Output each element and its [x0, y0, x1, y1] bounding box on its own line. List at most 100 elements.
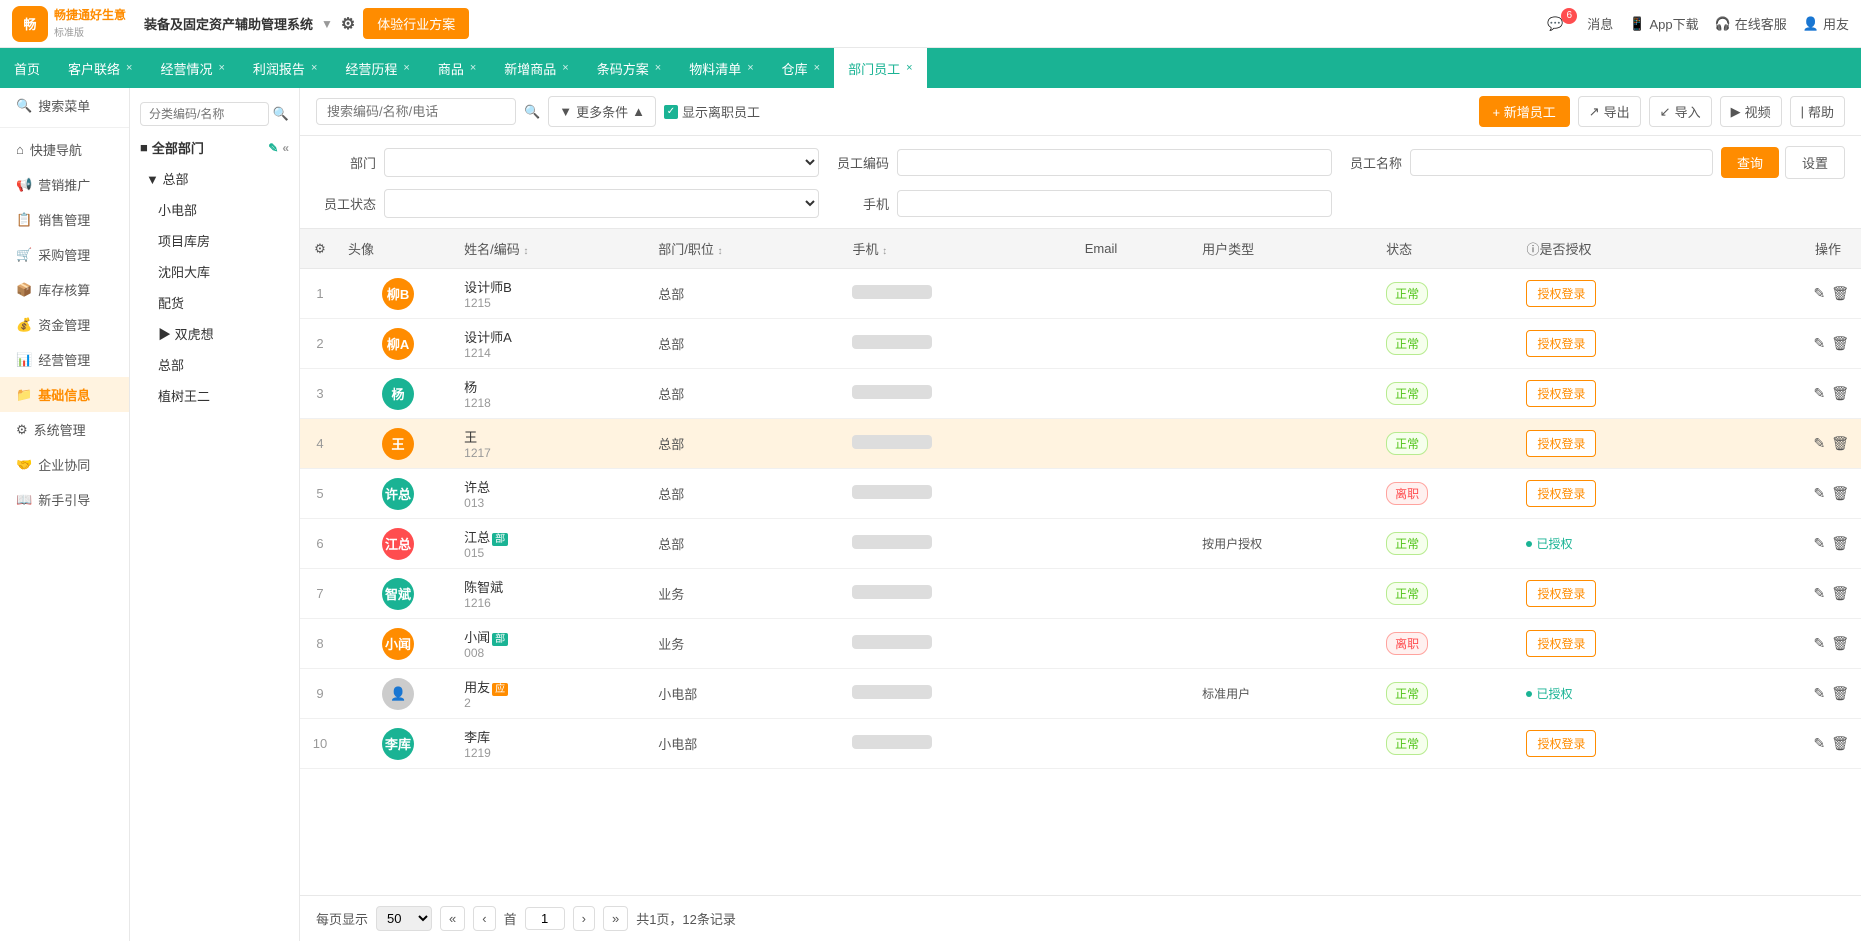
- dept-collapse-icon[interactable]: «: [282, 141, 289, 155]
- sidebar-item-enterprise[interactable]: 🤝 企业协同: [0, 447, 129, 482]
- auth-button[interactable]: 授权登录: [1526, 330, 1596, 357]
- online-service-item[interactable]: 🎧 在线客服: [1715, 14, 1787, 33]
- edit-btn[interactable]: ✎: [1813, 635, 1825, 652]
- nav-home[interactable]: 首页: [0, 48, 54, 88]
- settings-icon[interactable]: ⚙: [341, 14, 355, 34]
- phone-filter-input[interactable]: [897, 190, 1332, 217]
- sidebar-search[interactable]: 🔍 搜索菜单: [0, 88, 129, 123]
- auth-button[interactable]: 授权登录: [1526, 430, 1596, 457]
- delete-btn[interactable]: 🗑: [1831, 285, 1849, 302]
- reset-button[interactable]: 设置: [1785, 146, 1845, 179]
- next-page-btn[interactable]: ›: [573, 906, 595, 931]
- auth-button[interactable]: 授权登录: [1526, 480, 1596, 507]
- edit-btn[interactable]: ✎: [1813, 335, 1825, 352]
- edit-btn[interactable]: ✎: [1813, 535, 1825, 552]
- sidebar-item-sales[interactable]: 📋 销售管理: [0, 202, 129, 237]
- close-icon[interactable]: ×: [906, 62, 912, 74]
- dept-search-icon[interactable]: 🔍: [273, 106, 289, 122]
- help-btn[interactable]: | 帮助: [1790, 96, 1845, 127]
- close-icon[interactable]: ×: [814, 62, 820, 74]
- close-icon[interactable]: ×: [470, 62, 476, 74]
- close-icon[interactable]: ×: [747, 62, 753, 74]
- delete-btn[interactable]: 🗑: [1831, 335, 1849, 352]
- delete-btn[interactable]: 🗑: [1831, 385, 1849, 402]
- edit-btn[interactable]: ✎: [1813, 685, 1825, 702]
- delete-btn[interactable]: 🗑: [1831, 735, 1849, 752]
- sidebar-item-finance[interactable]: 💰 资金管理: [0, 307, 129, 342]
- delete-btn[interactable]: 🗑: [1831, 435, 1849, 452]
- edit-btn[interactable]: ✎: [1813, 285, 1825, 302]
- dept-tree-item-zongbu[interactable]: ▼ 总部: [130, 163, 299, 194]
- query-button[interactable]: 查询: [1721, 147, 1779, 178]
- sidebar-item-basic[interactable]: 📁 基础信息: [0, 377, 129, 412]
- search-input[interactable]: [316, 98, 516, 125]
- nav-history[interactable]: 经营历程 ×: [331, 48, 423, 88]
- emp-code-filter-input[interactable]: [897, 149, 1332, 176]
- dept-tree-item-xiaodian[interactable]: 小电部: [130, 194, 299, 225]
- edit-btn[interactable]: ✎: [1813, 385, 1825, 402]
- dept-all-header[interactable]: ■ 全部部门 ✎ «: [130, 132, 299, 163]
- show-resigned-toggle[interactable]: ✓ 显示离职员工: [664, 102, 760, 121]
- close-icon[interactable]: ×: [655, 62, 661, 74]
- auth-button[interactable]: 授权登录: [1526, 380, 1596, 407]
- emp-name-filter-input[interactable]: [1410, 149, 1713, 176]
- edit-btn[interactable]: ✎: [1813, 585, 1825, 602]
- search-btn-icon[interactable]: 🔍: [524, 104, 540, 120]
- close-icon[interactable]: ×: [311, 62, 317, 74]
- close-icon[interactable]: ×: [218, 62, 224, 74]
- th-name-code[interactable]: 姓名/编码 ↕: [456, 229, 650, 269]
- edit-btn[interactable]: ✎: [1813, 435, 1825, 452]
- edit-btn[interactable]: ✎: [1813, 735, 1825, 752]
- first-page-btn[interactable]: «: [440, 906, 465, 931]
- th-dept-position[interactable]: 部门/职位 ↕: [650, 229, 844, 269]
- app-download-item[interactable]: 📱 App下载: [1629, 14, 1698, 33]
- delete-btn[interactable]: 🗑: [1831, 535, 1849, 552]
- nav-add-goods[interactable]: 新增商品 ×: [490, 48, 582, 88]
- dept-tree-item-zhishu[interactable]: 植树王二: [130, 380, 299, 411]
- view-btn[interactable]: ▶ 视频: [1720, 96, 1782, 127]
- sidebar-item-operation[interactable]: 📊 经营管理: [0, 342, 129, 377]
- dept-filter-select[interactable]: [384, 148, 819, 177]
- page-number-input[interactable]: [525, 907, 565, 930]
- dept-tree-item-zongbu2[interactable]: 总部: [130, 349, 299, 380]
- auth-button[interactable]: 授权登录: [1526, 630, 1596, 657]
- sidebar-item-quick-nav[interactable]: ⌂ 快捷导航: [0, 132, 129, 167]
- nav-profit[interactable]: 利润报告 ×: [239, 48, 331, 88]
- nav-barcode[interactable]: 条码方案 ×: [583, 48, 675, 88]
- close-icon[interactable]: ×: [562, 62, 568, 74]
- dept-edit-icon[interactable]: ✎: [268, 141, 278, 155]
- dept-tree-item-shuanghu[interactable]: ▶ 双虎想: [130, 318, 299, 349]
- import-btn[interactable]: ↙ 导入: [1649, 96, 1712, 127]
- page-size-select[interactable]: 50 100: [376, 906, 432, 931]
- emp-status-filter-select[interactable]: [384, 189, 819, 218]
- edit-btn[interactable]: ✎: [1813, 485, 1825, 502]
- more-conditions-btn[interactable]: ▼ 更多条件 ▲: [548, 96, 656, 127]
- delete-btn[interactable]: 🗑: [1831, 685, 1849, 702]
- th-phone[interactable]: 手机 ↕: [844, 229, 1076, 269]
- nav-customer[interactable]: 客户联络 ×: [54, 48, 146, 88]
- auth-button[interactable]: 授权登录: [1526, 730, 1596, 757]
- sidebar-item-guide[interactable]: 📖 新手引导: [0, 482, 129, 517]
- user-item[interactable]: 👤 用友: [1803, 14, 1849, 33]
- delete-btn[interactable]: 🗑: [1831, 485, 1849, 502]
- system-title-dropdown[interactable]: ▼: [321, 17, 333, 31]
- nav-warehouse[interactable]: 仓库 ×: [768, 48, 834, 88]
- th-settings[interactable]: ⚙: [300, 229, 340, 269]
- delete-btn[interactable]: 🗑: [1831, 585, 1849, 602]
- nav-goods[interactable]: 商品 ×: [424, 48, 490, 88]
- dept-tree-item-peihuo[interactable]: 配货: [130, 287, 299, 318]
- prev-page-btn[interactable]: ‹: [473, 906, 495, 931]
- nav-operation[interactable]: 经营情况 ×: [146, 48, 238, 88]
- close-icon[interactable]: ×: [126, 62, 132, 74]
- add-employee-button[interactable]: + 新增员工: [1479, 96, 1570, 127]
- sidebar-item-purchase[interactable]: 🛒 采购管理: [0, 237, 129, 272]
- dept-search-input[interactable]: [140, 102, 269, 126]
- last-page-btn[interactable]: »: [603, 906, 628, 931]
- trial-button[interactable]: 体验行业方案: [363, 8, 469, 39]
- sidebar-item-system[interactable]: ⚙ 系统管理: [0, 412, 129, 447]
- close-icon[interactable]: ×: [403, 62, 409, 74]
- nav-dept-employee[interactable]: 部门员工 ×: [834, 48, 926, 88]
- auth-button[interactable]: 授权登录: [1526, 580, 1596, 607]
- dept-tree-item-project[interactable]: 项目库房: [130, 225, 299, 256]
- sidebar-item-marketing[interactable]: 📢 营销推广: [0, 167, 129, 202]
